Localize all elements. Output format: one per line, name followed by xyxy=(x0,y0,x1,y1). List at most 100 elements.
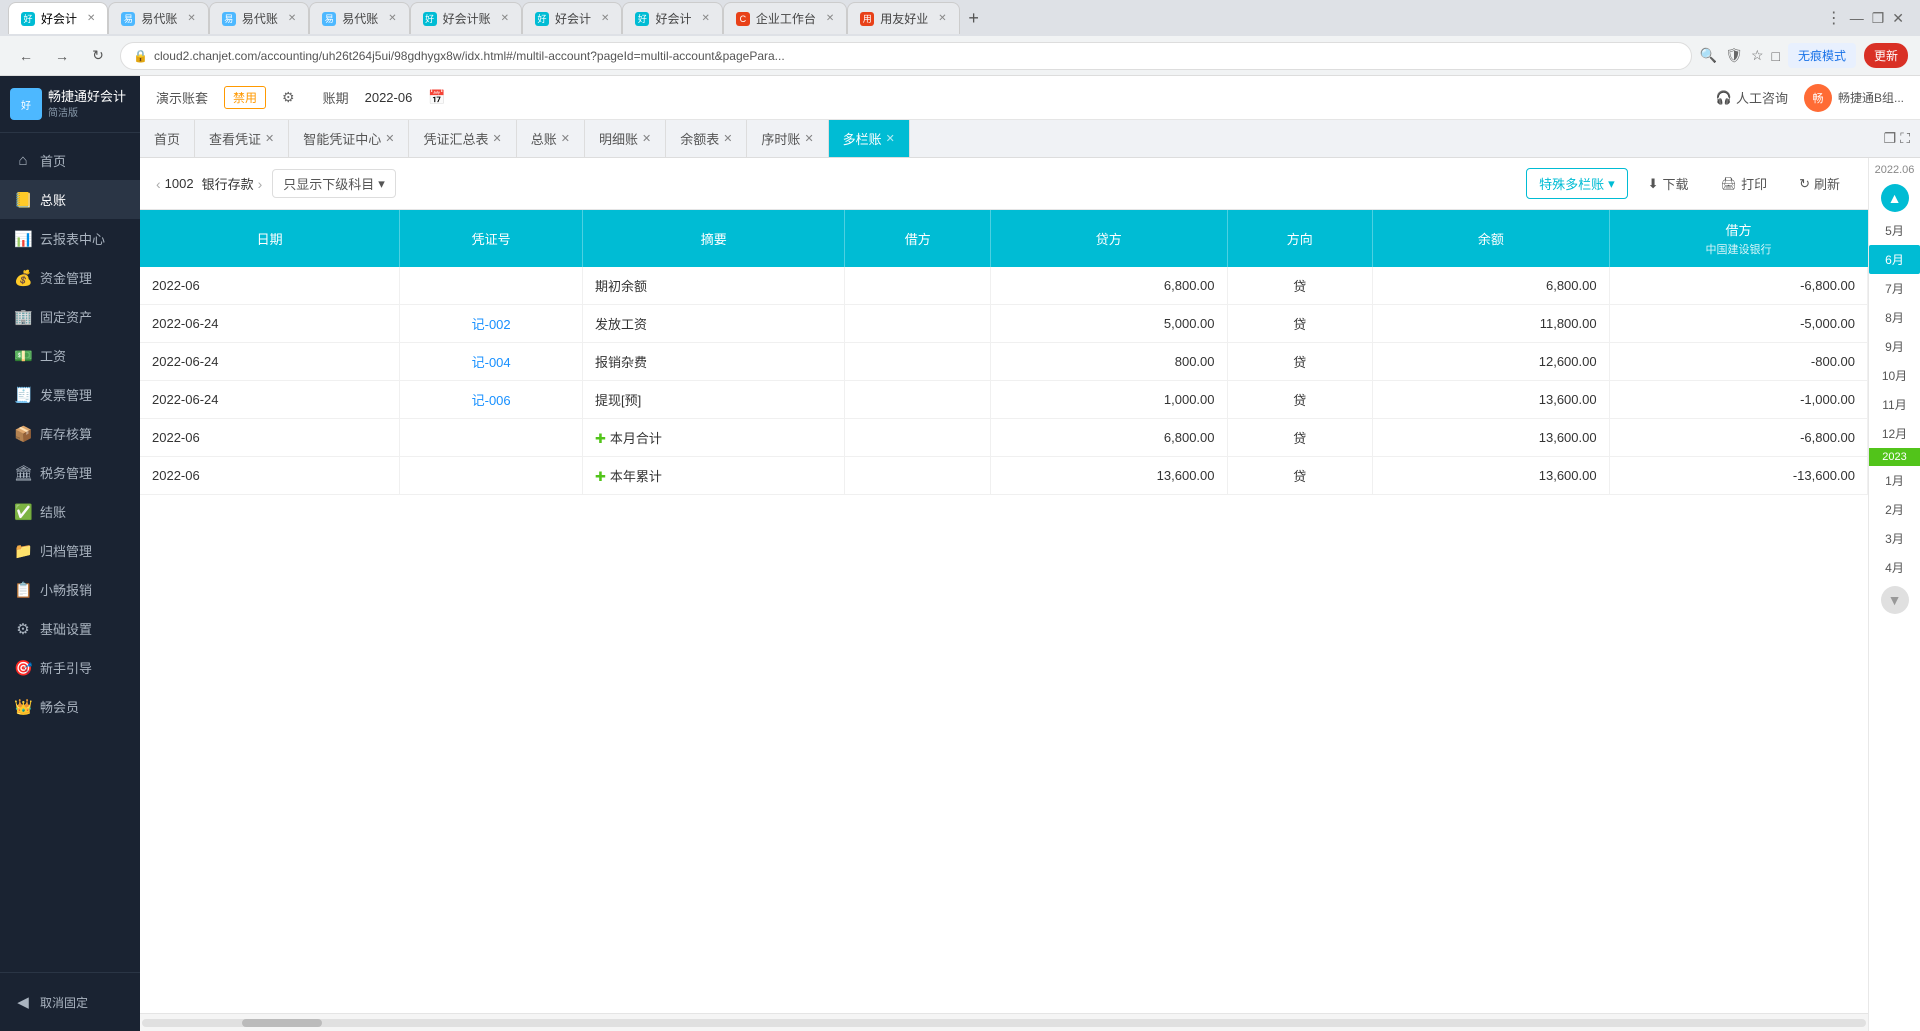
horizontal-scrollbar-track[interactable] xyxy=(142,1019,1866,1027)
consult-button[interactable]: 🎧 人工咨询 xyxy=(1716,88,1788,107)
print-button[interactable]: 🖨 打印 xyxy=(1709,169,1780,198)
tab-close-icon[interactable]: ✕ xyxy=(385,132,394,145)
tab-close-icon[interactable]: ✕ xyxy=(493,132,502,145)
sidebar-item-invoice[interactable]: 🧾 发票管理 xyxy=(0,375,140,414)
filter-select[interactable]: 只显示下级科目 ▾ xyxy=(272,169,396,198)
tab-close-icon[interactable]: ✕ xyxy=(288,13,296,24)
user-avatar[interactable]: 畅 xyxy=(1804,84,1832,112)
calendar-month-5[interactable]: 5月 xyxy=(1869,216,1920,245)
minimize-icon[interactable]: — xyxy=(1850,10,1864,26)
search-icon[interactable]: 🔍 xyxy=(1700,47,1717,64)
calendar-month-11[interactable]: 11月 xyxy=(1869,390,1920,419)
update-button[interactable]: 更新 xyxy=(1864,43,1908,68)
sidebar-item-archive[interactable]: 📁 归档管理 xyxy=(0,531,140,570)
page-tab-multi[interactable]: 多栏账 ✕ xyxy=(829,120,910,158)
back-button[interactable]: ← xyxy=(12,42,40,70)
calendar-month-8[interactable]: 8月 xyxy=(1869,303,1920,332)
browser-tab-3[interactable]: 易 易代账 ✕ xyxy=(309,2,409,34)
sidebar-item-salary[interactable]: 💵 工资 xyxy=(0,336,140,375)
tab-close-icon[interactable]: ✕ xyxy=(723,132,732,145)
tab-close-icon[interactable]: ✕ xyxy=(886,132,895,145)
tab-close-icon[interactable]: ✕ xyxy=(601,13,609,24)
sidebar-item-settings[interactable]: ⚙ 基础设置 xyxy=(0,609,140,648)
download-button[interactable]: ⬇ 下载 xyxy=(1636,169,1701,198)
sidebar-item-report[interactable]: 📊 云报表中心 xyxy=(0,219,140,258)
calendar-month-10[interactable]: 10月 xyxy=(1869,361,1920,390)
close-window-icon[interactable]: ✕ xyxy=(1892,10,1904,27)
refresh-button[interactable]: ↻ xyxy=(84,42,112,70)
calendar-up-button[interactable]: ▲ xyxy=(1881,184,1909,212)
new-tab-button[interactable]: + xyxy=(960,4,988,32)
tab-close-icon[interactable]: ✕ xyxy=(187,13,195,24)
browser-tab-1[interactable]: 易 易代账 ✕ xyxy=(108,2,208,34)
browser-tab-4[interactable]: 好 好会计账 ✕ xyxy=(410,2,522,34)
calendar-month-9[interactable]: 9月 xyxy=(1869,332,1920,361)
tab-close-icon[interactable]: ✕ xyxy=(561,132,570,145)
tab-collapse-button[interactable]: ❐ ⛶ xyxy=(1874,130,1920,147)
tab-menu-icon[interactable]: ⋮ xyxy=(1826,8,1842,28)
sidebar-item-close[interactable]: ✅ 结账 xyxy=(0,492,140,531)
browser-tab-6[interactable]: 好 好会计 ✕ xyxy=(522,2,622,34)
sidebar-item-guide[interactable]: 🎯 新手引导 xyxy=(0,648,140,687)
calendar-month-4[interactable]: 4月 xyxy=(1869,553,1920,582)
sidebar-item-expense[interactable]: 📋 小畅报销 xyxy=(0,570,140,609)
browser-tab-8[interactable]: C 企业工作台 ✕ xyxy=(723,2,847,34)
next-subject-button[interactable]: › xyxy=(258,176,263,192)
multi-ledger-button[interactable]: 特殊多栏账 ▾ xyxy=(1526,168,1628,199)
page-tab-balance[interactable]: 余额表 ✕ xyxy=(666,120,747,158)
tab-close-icon[interactable]: ✕ xyxy=(642,132,651,145)
calendar-icon[interactable]: 📅 xyxy=(428,89,445,106)
calendar-month-12[interactable]: 12月 xyxy=(1869,419,1920,448)
extension-icon[interactable]: □ xyxy=(1772,48,1780,64)
restore-icon[interactable]: ❐ xyxy=(1872,10,1885,27)
prev-subject-button[interactable]: ‹ xyxy=(156,176,161,192)
voucher-link[interactable]: 记-002 xyxy=(472,317,511,332)
sidebar-item-inventory[interactable]: 📦 库存核算 xyxy=(0,414,140,453)
tab-label: 智能凭证中心 xyxy=(303,129,381,148)
settings-gear-icon[interactable]: ⚙ xyxy=(282,89,295,106)
sidebar-item-tax[interactable]: 🏛 税务管理 xyxy=(0,453,140,492)
page-tab-summary[interactable]: 凭证汇总表 ✕ xyxy=(409,120,516,158)
sidebar-cancel-pin[interactable]: ◀ 取消固定 xyxy=(0,983,140,1021)
sidebar: 好 畅捷通好会计 简洁版 ⌂ 首页 📒 总账 📊 云报表中心 💰 xyxy=(0,76,140,1031)
page-tab-general[interactable]: 总账 ✕ xyxy=(517,120,585,158)
page-tab-detail[interactable]: 明细账 ✕ xyxy=(585,120,666,158)
sidebar-item-member[interactable]: 👑 畅会员 xyxy=(0,687,140,726)
voucher-link[interactable]: 记-006 xyxy=(472,393,511,408)
calendar-month-7[interactable]: 7月 xyxy=(1869,274,1920,303)
tab-close-icon[interactable]: ✕ xyxy=(501,13,509,24)
sidebar-item-ledger[interactable]: 📒 总账 xyxy=(0,180,140,219)
incognito-mode-button[interactable]: 无痕模式 xyxy=(1788,43,1856,68)
voucher-link[interactable]: 记-004 xyxy=(472,355,511,370)
tab-close-icon[interactable]: ✕ xyxy=(701,13,709,24)
browser-tab-7[interactable]: 好 好会计 ✕ xyxy=(622,2,722,34)
horizontal-scrollbar-thumb[interactable] xyxy=(242,1019,322,1027)
bookmark-icon[interactable]: ☆ xyxy=(1751,47,1764,64)
sidebar-item-fund[interactable]: 💰 资金管理 xyxy=(0,258,140,297)
calendar-down-button[interactable]: ▼ xyxy=(1881,586,1909,614)
browser-tab-active[interactable]: 好 好会计 ✕ xyxy=(8,2,108,34)
page-tab-sequence[interactable]: 序时账 ✕ xyxy=(747,120,828,158)
calendar-month-1[interactable]: 1月 xyxy=(1869,466,1920,495)
tab-close-icon[interactable]: ✕ xyxy=(87,13,95,24)
calendar-month-3[interactable]: 3月 xyxy=(1869,524,1920,553)
forward-button[interactable]: → xyxy=(48,42,76,70)
shield-icon[interactable]: 🛡 xyxy=(1725,47,1743,64)
tab-close-icon[interactable]: ✕ xyxy=(388,13,396,24)
calendar-month-6[interactable]: 6月 xyxy=(1869,245,1920,274)
refresh-button[interactable]: ↻ 刷新 xyxy=(1787,169,1852,198)
page-tab-home[interactable]: 首页 xyxy=(140,120,195,158)
browser-tab-9[interactable]: 用 用友好业 ✕ xyxy=(847,2,959,34)
browser-tab-2[interactable]: 易 易代账 ✕ xyxy=(209,2,309,34)
tab-close-icon[interactable]: ✕ xyxy=(826,13,834,24)
tab-close-icon[interactable]: ✕ xyxy=(938,13,946,24)
page-tab-voucher[interactable]: 查看凭证 ✕ xyxy=(195,120,289,158)
table-row: 2022-06 期初余额 6,800.00 贷 6,800.00 -6,800.… xyxy=(140,267,1868,305)
calendar-month-2[interactable]: 2月 xyxy=(1869,495,1920,524)
tab-close-icon[interactable]: ✕ xyxy=(804,132,813,145)
sidebar-item-asset[interactable]: 🏢 固定资产 xyxy=(0,297,140,336)
page-tab-smart[interactable]: 智能凭证中心 ✕ xyxy=(289,120,409,158)
sidebar-item-home[interactable]: ⌂ 首页 xyxy=(0,141,140,180)
tab-close-icon[interactable]: ✕ xyxy=(265,132,274,145)
url-bar[interactable]: 🔒 cloud2.chanjet.com/accounting/uh26t264… xyxy=(120,42,1692,70)
